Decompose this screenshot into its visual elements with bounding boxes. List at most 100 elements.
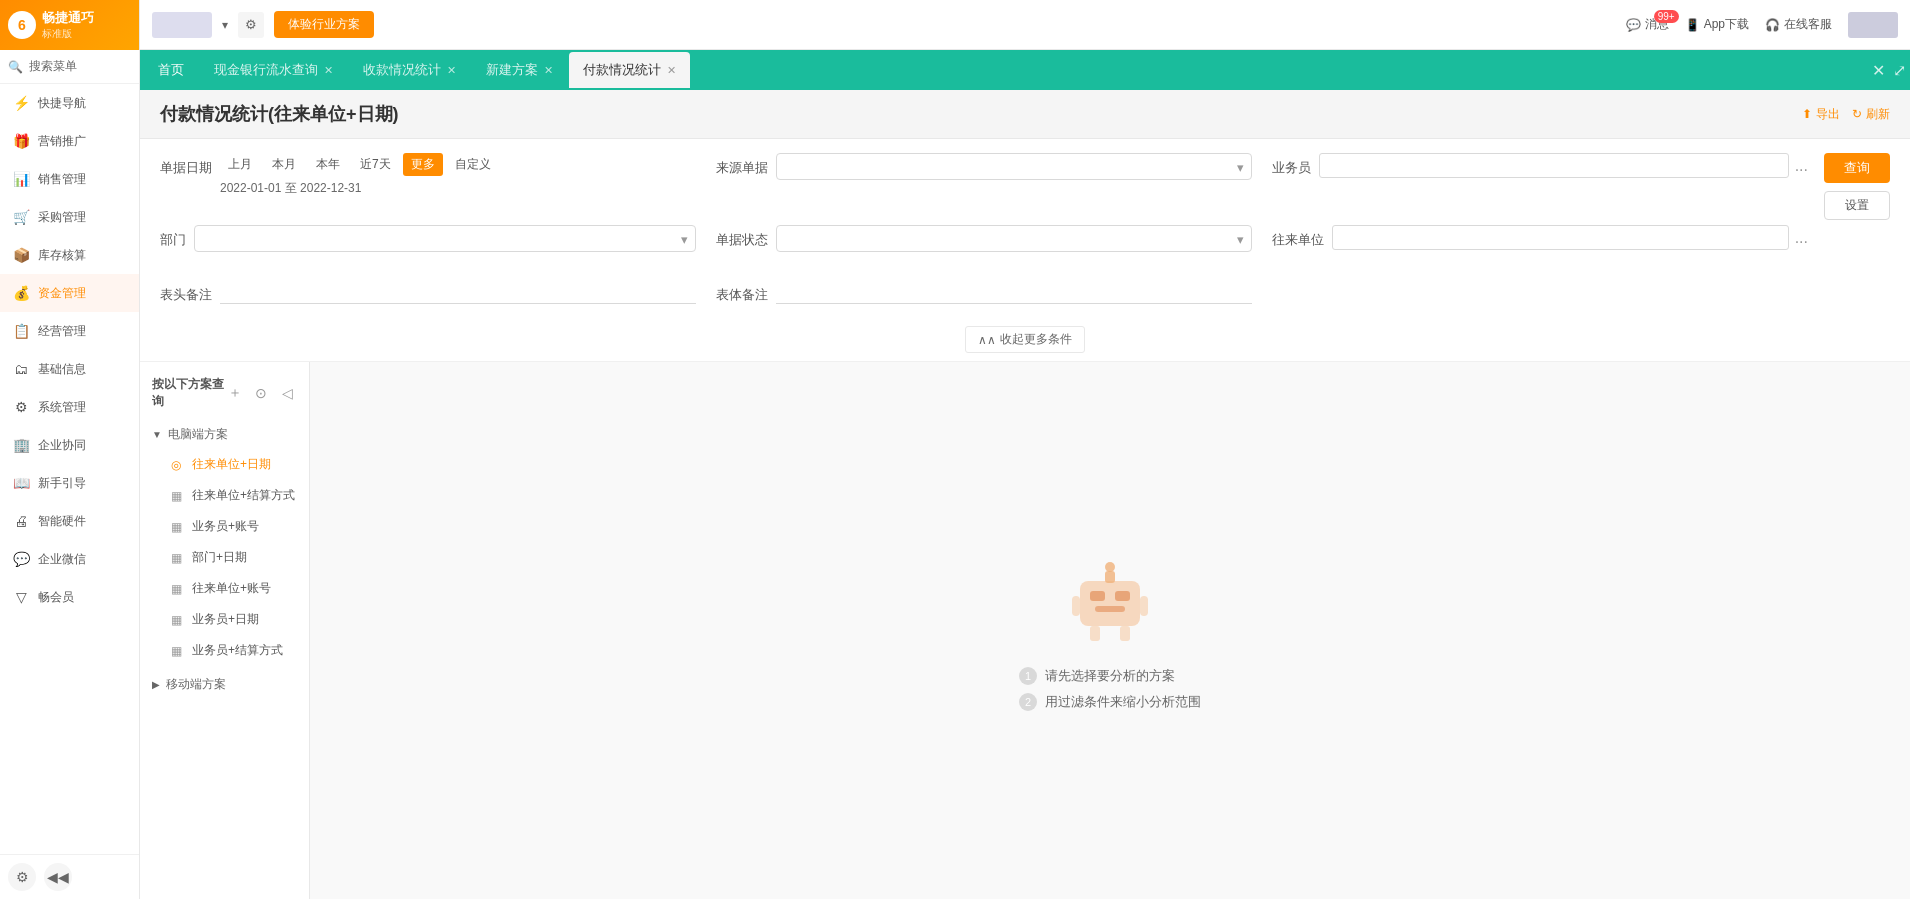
sidebar-item-shortcut[interactable]: ⚡ 快捷导航 [0, 84, 139, 122]
scheme-item-staff-account[interactable]: ▦ 业务员+账号 [140, 511, 309, 542]
tab-new-scheme[interactable]: 新建方案 ✕ [472, 52, 567, 88]
scheme-item-partner-account[interactable]: ▦ 往来单位+账号 [140, 573, 309, 604]
scheme-label-partner-settle: 往来单位+结算方式 [192, 487, 295, 504]
tab-payment-close[interactable]: ✕ [667, 64, 676, 77]
sidebar-item-label: 企业协同 [38, 437, 86, 454]
collapse-label: 收起更多条件 [1000, 331, 1072, 348]
collapse-filter-button[interactable]: ∧∧ 收起更多条件 [965, 326, 1085, 353]
tab-payment[interactable]: 付款情况统计 ✕ [569, 52, 690, 88]
app-icon: 📱 [1685, 18, 1700, 32]
filter-bottom-bar: ∧∧ 收起更多条件 [140, 318, 1910, 361]
sidebar-item-basic[interactable]: 🗂 基础信息 [0, 350, 139, 388]
dept-select[interactable] [194, 225, 696, 252]
sidebar-item-guide[interactable]: 📖 新手引导 [0, 464, 139, 502]
home-label: 首页 [158, 61, 184, 79]
shortcut-icon: ⚡ [12, 94, 30, 112]
tab-home[interactable]: 首页 [144, 52, 198, 88]
staff-ellipsis-button[interactable]: ... [1795, 157, 1808, 175]
search-menu[interactable]: 🔍 搜索菜单 [0, 50, 139, 84]
date-tab-7days[interactable]: 近7天 [352, 153, 399, 176]
tip-text-1: 请先选择要分析的方案 [1045, 667, 1175, 685]
scheme-icon-staff-settle: ▦ [168, 643, 184, 659]
sidebar-item-finance[interactable]: 💰 资金管理 [0, 274, 139, 312]
user-avatar[interactable] [1848, 12, 1898, 38]
topbar-gear-button[interactable]: ⚙ [238, 12, 264, 38]
bill-status-select[interactable] [776, 225, 1252, 252]
marketing-icon: 🎁 [12, 132, 30, 150]
tab-new-scheme-close[interactable]: ✕ [544, 64, 553, 77]
sidebar-item-operation[interactable]: 📋 经营管理 [0, 312, 139, 350]
sidebar-item-vip[interactable]: ▽ 畅会员 [0, 578, 139, 616]
filter-settings-button[interactable]: 设置 [1824, 191, 1890, 220]
partner-input[interactable] [1332, 225, 1789, 250]
chevron-up-icon: ∧∧ [978, 333, 996, 347]
partner-ellipsis-button[interactable]: ... [1795, 229, 1808, 247]
sidebar-item-purchase[interactable]: 🛒 采购管理 [0, 198, 139, 236]
maximize-button[interactable]: ⤢ [1893, 61, 1906, 80]
tab-receivable-close[interactable]: ✕ [447, 64, 456, 77]
scheme-item-partner-date[interactable]: ◎ 往来单位+日期 [140, 449, 309, 480]
scheme-icon-dept-date: ▦ [168, 550, 184, 566]
sales-icon: 📊 [12, 170, 30, 188]
scheme-item-staff-settle[interactable]: ▦ 业务员+结算方式 [140, 635, 309, 666]
source-select[interactable] [776, 153, 1252, 180]
scheme-item-dept-date[interactable]: ▦ 部门+日期 [140, 542, 309, 573]
mobile-group-arrow-icon: ▶ [152, 679, 160, 690]
trial-button[interactable]: 体验行业方案 [274, 11, 374, 38]
sidebar-item-inventory[interactable]: 📦 库存核算 [0, 236, 139, 274]
scheme-panel-header: 按以下方案查询 ＋ ⊙ ◁ [140, 370, 309, 416]
sidebar-item-system[interactable]: ⚙ 系统管理 [0, 388, 139, 426]
body-note-label: 表体备注 [716, 280, 768, 304]
collapse-sidebar-button[interactable]: ◀◀ [44, 863, 72, 891]
settings-gear-button[interactable]: ⚙ [8, 863, 36, 891]
date-tab-this-month[interactable]: 本月 [264, 153, 304, 176]
source-label: 来源单据 [716, 153, 768, 177]
svg-rect-9 [1120, 626, 1130, 641]
manage-scheme-button[interactable]: ⊙ [251, 383, 271, 403]
sidebar-item-wechat[interactable]: 💬 企业微信 [0, 540, 139, 578]
app-download-button[interactable]: 📱 App下载 [1685, 16, 1749, 33]
message-icon: 💬 [1626, 18, 1641, 32]
close-all-tabs-button[interactable]: ✕ [1872, 61, 1885, 80]
sidebar-item-collab[interactable]: 🏢 企业协同 [0, 426, 139, 464]
tab-bank-label: 现金银行流水查询 [214, 61, 318, 79]
sidebar-item-label: 销售管理 [38, 171, 86, 188]
scheme-item-staff-date[interactable]: ▦ 业务员+日期 [140, 604, 309, 635]
dept-label: 部门 [160, 225, 186, 249]
svg-point-5 [1105, 562, 1115, 572]
date-tab-last-month[interactable]: 上月 [220, 153, 260, 176]
hardware-icon: 🖨 [12, 512, 30, 530]
mobile-group-header[interactable]: ▶ 移动端方案 [140, 670, 309, 699]
sidebar-item-label: 智能硬件 [38, 513, 86, 530]
empty-tip-1: 1 请先选择要分析的方案 [1019, 667, 1201, 685]
svg-rect-1 [1090, 591, 1105, 601]
header-note-label: 表头备注 [160, 280, 212, 304]
tab-bank-close[interactable]: ✕ [324, 64, 333, 77]
date-tab-this-year[interactable]: 本年 [308, 153, 348, 176]
tab-receivable[interactable]: 收款情况统计 ✕ [349, 52, 470, 88]
company-dropdown[interactable]: ▾ [222, 18, 228, 32]
date-tab-custom[interactable]: 自定义 [447, 153, 499, 176]
add-scheme-button[interactable]: ＋ [225, 383, 245, 403]
body-note-input[interactable] [776, 280, 1252, 304]
header-note-input[interactable] [220, 280, 696, 304]
messages-button[interactable]: 💬 消息 99+ [1626, 16, 1669, 33]
sidebar-item-hardware[interactable]: 🖨 智能硬件 [0, 502, 139, 540]
collapse-scheme-button[interactable]: ◁ [277, 383, 297, 403]
desktop-group-header[interactable]: ▼ 电脑端方案 [140, 420, 309, 449]
sidebar-item-sales[interactable]: 📊 销售管理 [0, 160, 139, 198]
export-button[interactable]: ⬆ 导出 [1802, 106, 1840, 123]
export-icon: ⬆ [1802, 107, 1812, 121]
scheme-item-partner-settle[interactable]: ▦ 往来单位+结算方式 [140, 480, 309, 511]
refresh-button[interactable]: ↻ 刷新 [1852, 106, 1890, 123]
date-tab-more[interactable]: 更多 [403, 153, 443, 176]
tab-bank[interactable]: 现金银行流水查询 ✕ [200, 52, 347, 88]
svg-rect-4 [1105, 571, 1115, 583]
source-select-wrap [776, 153, 1252, 180]
query-button[interactable]: 查询 [1824, 153, 1890, 183]
online-service-button[interactable]: 🎧 在线客服 [1765, 16, 1832, 33]
staff-input[interactable] [1319, 153, 1789, 178]
basic-icon: 🗂 [12, 360, 30, 378]
sidebar-item-label: 快捷导航 [38, 95, 86, 112]
sidebar-item-marketing[interactable]: 🎁 营销推广 [0, 122, 139, 160]
